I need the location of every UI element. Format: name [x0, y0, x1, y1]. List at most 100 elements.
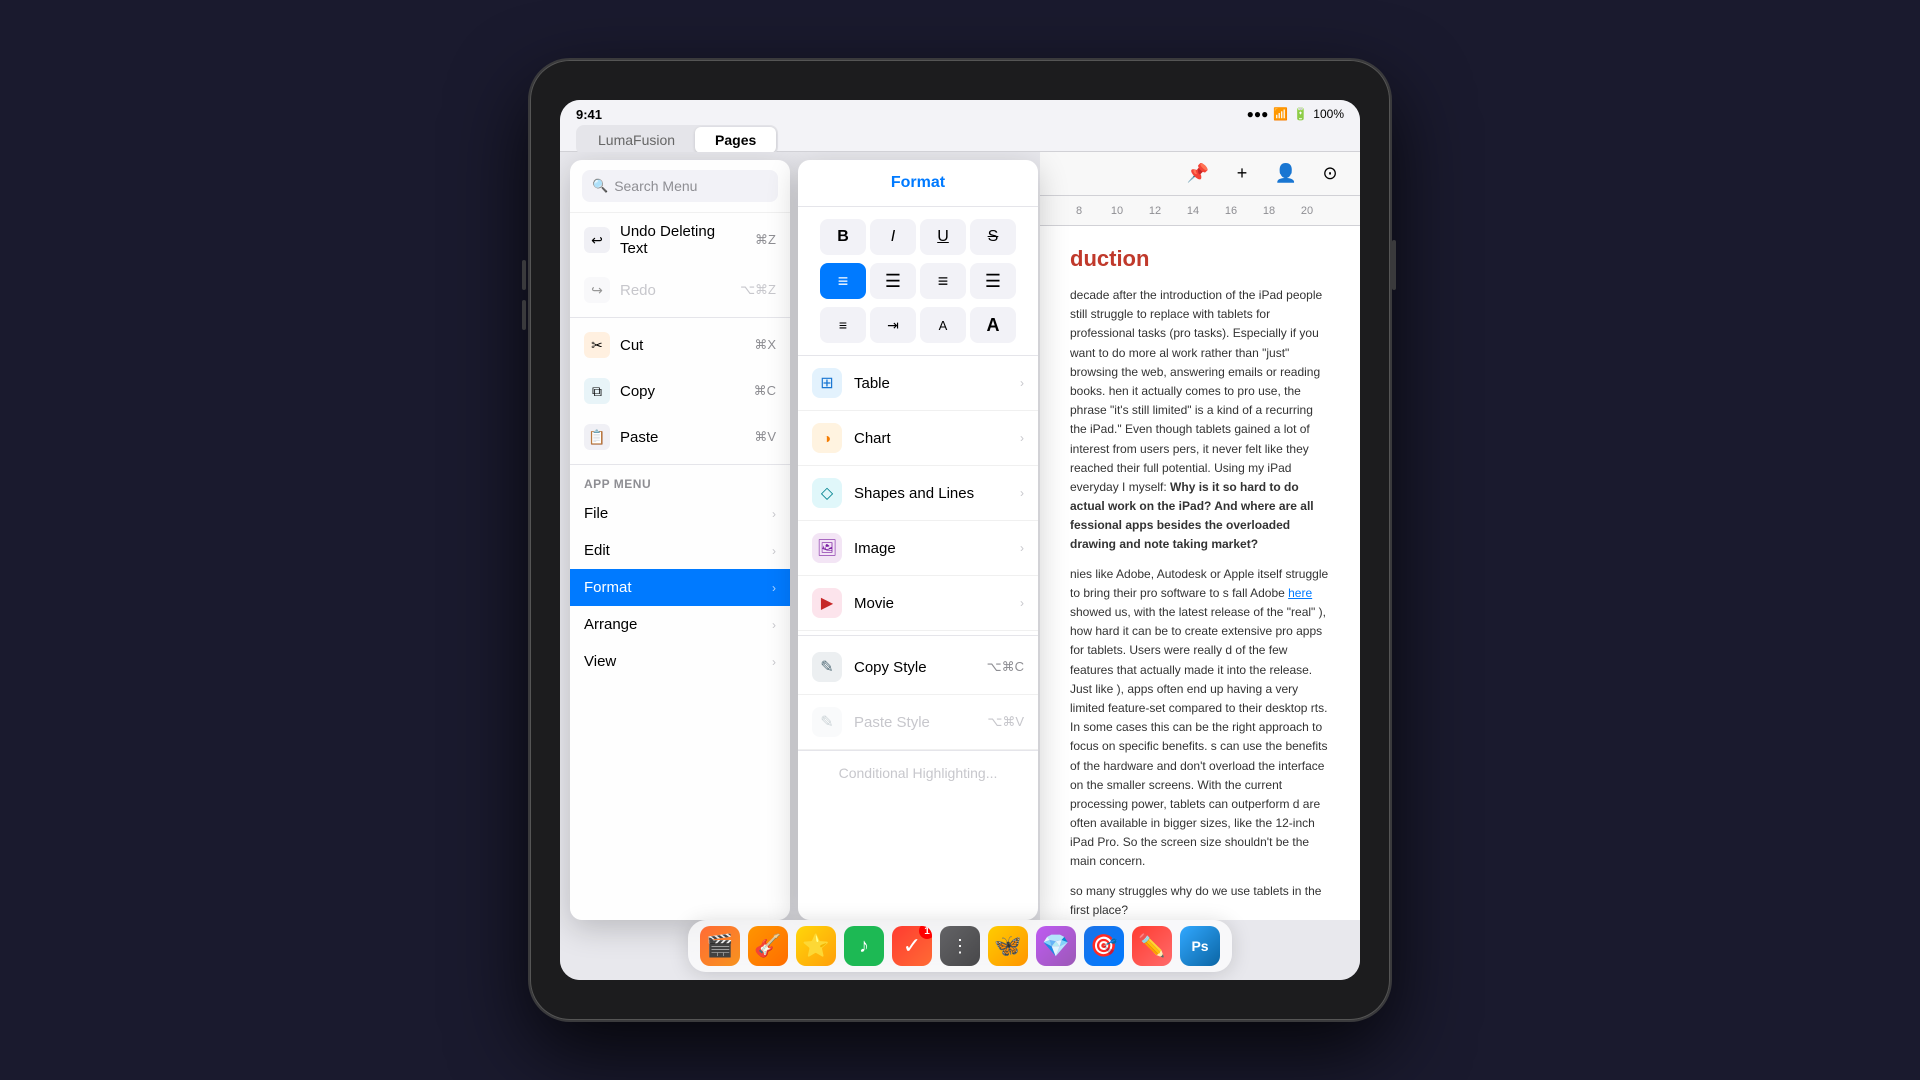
tab-pages[interactable]: Pages	[695, 127, 776, 153]
main-area: 📌 + 👤 ⊙ 8 10 12 14 16 18 20	[560, 152, 1360, 980]
bold-button[interactable]: B	[820, 219, 866, 255]
omnifocus-icon: ✓	[903, 933, 921, 959]
kolibri-icon: ✏️	[1138, 933, 1165, 959]
menu-item-edit[interactable]: Edit ›	[570, 532, 790, 569]
font-small-button[interactable]: A	[920, 307, 966, 343]
copy-style-icon: ✎	[812, 652, 842, 682]
menu-item-format[interactable]: Format ›	[570, 569, 790, 606]
dock-photoshop[interactable]: Ps	[1180, 926, 1220, 966]
underline-button[interactable]: U	[920, 219, 966, 255]
list-indent-row: ≡ ⇥ A A	[810, 307, 1026, 343]
collab-icon[interactable]: 👤	[1272, 160, 1300, 188]
chart-arrow: ›	[1020, 431, 1024, 445]
arrange-label: Arrange	[584, 616, 762, 633]
dock-reeder[interactable]: ⭐	[796, 926, 836, 966]
vol-up-button[interactable]	[522, 260, 526, 290]
list-button[interactable]: ≡	[820, 307, 866, 343]
dock-omnifocus[interactable]: ✓ 1	[892, 926, 932, 966]
dock-garageband[interactable]: 🎸	[748, 926, 788, 966]
tab-lumafusion[interactable]: LumaFusion	[578, 127, 695, 153]
format-image-item[interactable]: 🖼 Image ›	[798, 521, 1038, 576]
menu-item-view[interactable]: View ›	[570, 643, 790, 680]
indent-button[interactable]: ⇥	[870, 307, 916, 343]
align-right-button[interactable]: ≡	[920, 263, 966, 299]
signal-icon: ●●●	[1247, 107, 1269, 121]
conditional-label: Conditional Highlighting...	[839, 765, 998, 781]
battery-percentage: 100%	[1313, 107, 1344, 121]
omnifocus-badge: 1	[919, 926, 932, 939]
movie-label: Movie	[854, 595, 1008, 612]
movie-icon: ▶	[812, 588, 842, 618]
wifi-icon: 📶	[1273, 107, 1288, 121]
strikethrough-button[interactable]: S	[970, 219, 1016, 255]
doc-heading: duction	[1070, 246, 1330, 272]
app-menu-header: APP MENU	[570, 469, 790, 495]
spotify-icon: ♪	[859, 935, 869, 958]
doc-paragraph-1: decade after the introduction of the iPa…	[1070, 286, 1330, 555]
table-arrow: ›	[1020, 376, 1024, 390]
format-copy-style-item[interactable]: ✎ Copy Style ⌥⌘C	[798, 640, 1038, 695]
align-justify-button[interactable]: ☰	[970, 263, 1016, 299]
image-label: Image	[854, 540, 1008, 557]
dock-spotify[interactable]: ♪	[844, 926, 884, 966]
power-button[interactable]	[1392, 240, 1396, 290]
alignment-row: ≡ ☰ ≡ ☰	[810, 263, 1026, 299]
doc-paragraph-3: so many struggles why do we use tablets …	[1070, 882, 1330, 920]
align-left-button[interactable]: ≡	[820, 263, 866, 299]
pin-icon[interactable]: 📌	[1184, 160, 1212, 188]
paste-style-shortcut: ⌥⌘V	[987, 714, 1024, 730]
dock-lumafusion[interactable]: 🎬	[700, 926, 740, 966]
format-list: ⊞ Table › ◑ Chart › ◇ Shapes and Lines	[798, 356, 1038, 920]
menu-item-cut[interactable]: ✂ Cut ⌘X	[570, 322, 790, 368]
search-field[interactable]: 🔍 Search Menu	[582, 170, 778, 202]
pages-toolbar: 📌 + 👤 ⊙	[1040, 152, 1360, 196]
undo-label: Undo Deleting Text	[620, 223, 745, 257]
chart-label: Chart	[854, 430, 1008, 447]
more-icon[interactable]: ⊙	[1316, 160, 1344, 188]
undo-shortcut: ⌘Z	[755, 232, 776, 248]
format-label: Format	[584, 579, 762, 596]
menu-item-undo[interactable]: ↩ Undo Deleting Text ⌘Z	[570, 213, 790, 267]
add-icon[interactable]: +	[1228, 160, 1256, 188]
menu-item-file[interactable]: File ›	[570, 495, 790, 532]
format-shapes-item[interactable]: ◇ Shapes and Lines ›	[798, 466, 1038, 521]
italic-button[interactable]: I	[870, 219, 916, 255]
dock-kolibri[interactable]: ✏️	[1132, 926, 1172, 966]
photoshop-icon: Ps	[1191, 938, 1208, 954]
cut-icon: ✂	[584, 332, 610, 358]
format-header: Format	[798, 160, 1038, 207]
search-icon: 🔍	[592, 178, 608, 194]
garageband-icon: 🎸	[754, 933, 781, 959]
menu-item-redo[interactable]: ↪ Redo ⌥⌘Z	[570, 267, 790, 313]
dock-pockity[interactable]: 🦋	[988, 926, 1028, 966]
ipad-frame: 9:41 ●●● 📶 🔋 100% LumaFusion Pages 📌	[530, 60, 1390, 1020]
shapes-icon: ◇	[812, 478, 842, 508]
menu-item-copy[interactable]: ⧉ Copy ⌘C	[570, 368, 790, 414]
dock-keynote[interactable]: 🎯	[1084, 926, 1124, 966]
overflow-icon: ⋮	[951, 936, 969, 957]
dock-gem[interactable]: 💎	[1036, 926, 1076, 966]
document-content[interactable]: duction decade after the introduction of…	[1040, 226, 1360, 920]
ruler-mark: 12	[1136, 205, 1174, 217]
format-paste-style-item[interactable]: ✎ Paste Style ⌥⌘V	[798, 695, 1038, 750]
menu-item-paste[interactable]: 📋 Paste ⌘V	[570, 414, 790, 460]
format-table-item[interactable]: ⊞ Table ›	[798, 356, 1038, 411]
file-label: File	[584, 505, 762, 522]
align-center-button[interactable]: ☰	[870, 263, 916, 299]
search-placeholder: Search Menu	[614, 178, 697, 194]
menu-item-arrange[interactable]: Arrange ›	[570, 606, 790, 643]
table-label: Table	[854, 375, 1008, 392]
font-large-button[interactable]: A	[970, 307, 1016, 343]
paste-style-icon: ✎	[812, 707, 842, 737]
movie-arrow: ›	[1020, 596, 1024, 610]
dock-overflow[interactable]: ⋮	[940, 926, 980, 966]
doc-paragraph-2: nies like Adobe, Autodesk or Apple itsel…	[1070, 565, 1330, 872]
format-movie-item[interactable]: ▶ Movie ›	[798, 576, 1038, 631]
conditional-highlighting[interactable]: Conditional Highlighting...	[798, 750, 1038, 795]
format-chart-item[interactable]: ◑ Chart ›	[798, 411, 1038, 466]
keynote-icon: 🎯	[1090, 933, 1117, 959]
redo-icon: ↪	[584, 277, 610, 303]
menu-panel: 🔍 Search Menu ↩ Undo Deleting Text ⌘Z ↪ …	[570, 160, 790, 920]
image-icon: 🖼	[812, 533, 842, 563]
vol-down-button[interactable]	[522, 300, 526, 330]
